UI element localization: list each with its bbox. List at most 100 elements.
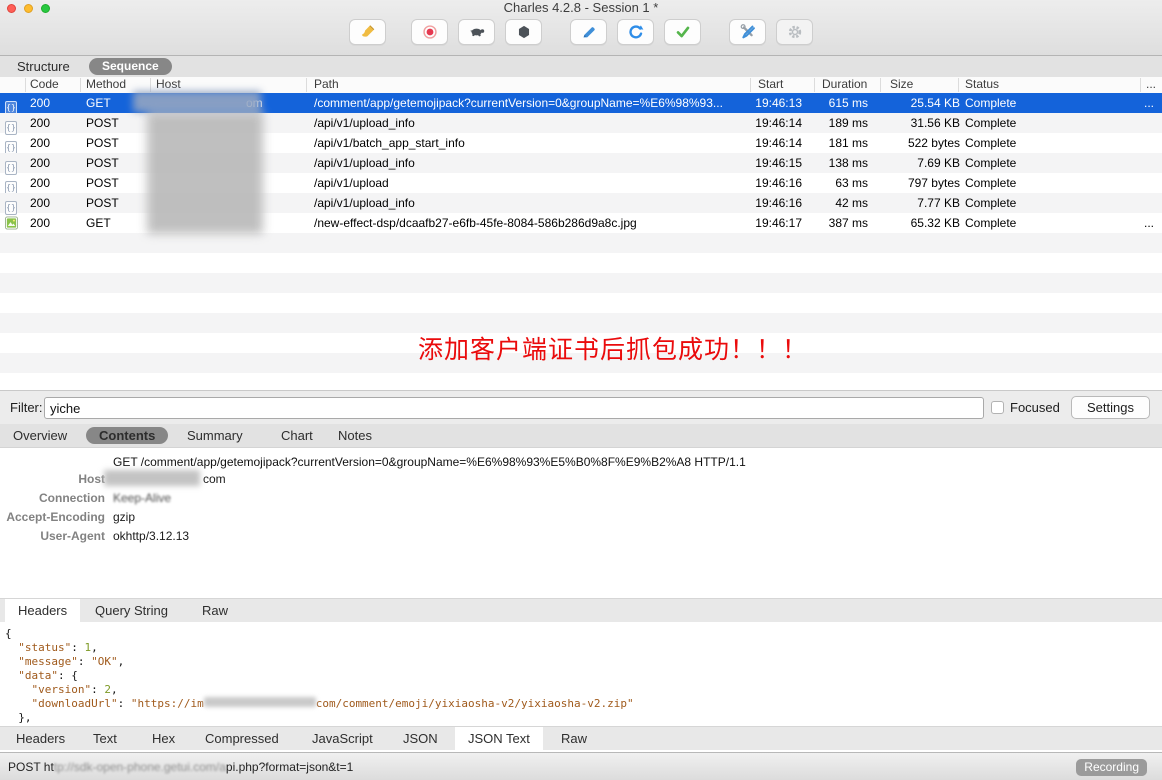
record-button[interactable] [411, 19, 448, 45]
column-header-host[interactable]: Host [156, 77, 181, 92]
throttle-button[interactable] [458, 19, 495, 45]
cell-path: /api/v1/upload_info [314, 156, 415, 170]
json-line: "message": "OK", [18, 655, 125, 668]
column-header-path[interactable]: Path [314, 77, 339, 92]
cell-duration: 63 ms [835, 176, 868, 190]
cell-status: Complete [965, 156, 1017, 170]
status-url-prefix: POST ht [8, 759, 54, 774]
cell-path: /api/v1/batch_app_start_info [314, 136, 465, 150]
cell-start: 19:46:15 [755, 156, 802, 170]
tab-notes[interactable]: Notes [338, 427, 372, 444]
tab-raw[interactable]: Raw [548, 727, 600, 750]
repeat-button[interactable] [617, 19, 654, 45]
nav-tab-sequence[interactable]: Sequence [89, 58, 172, 75]
tab-query-string[interactable]: Query String [82, 599, 181, 622]
header-value: okhttp/3.12.13 [113, 529, 190, 543]
cell-duration: 387 ms [828, 216, 868, 230]
cell-size: 7.77 KB [917, 196, 960, 210]
record-icon [421, 23, 439, 41]
check-icon [674, 23, 692, 41]
column-header-size[interactable]: Size [890, 77, 913, 92]
window-title: Charles 4.2.8 - Session 1 * [503, 0, 659, 15]
tab-contents[interactable]: Contents [86, 427, 169, 444]
tab-json-text[interactable]: JSON Text [455, 727, 543, 750]
breakpoints-button[interactable] [505, 19, 542, 45]
json-line: { [5, 627, 12, 640]
cell-duration: 181 ms [828, 136, 868, 150]
settings-button[interactable]: Settings [1071, 396, 1150, 419]
response-json-panel: { "status": 1, "message": "OK", "data": … [0, 622, 1162, 726]
request-contents-panel: GET /comment/app/getemojipack?currentVer… [0, 448, 1162, 598]
json-line: "version": 2, [31, 683, 118, 696]
header-name: Connection [39, 491, 105, 505]
tab-summary[interactable]: Summary [187, 427, 243, 444]
column-separator [1140, 78, 1141, 92]
column-separator [880, 78, 881, 92]
compose-button[interactable] [570, 19, 607, 45]
tab-text[interactable]: Text [80, 727, 130, 750]
header-row: User-Agent okhttp/3.12.13 [0, 529, 900, 545]
cell-status: Complete [965, 96, 1017, 110]
tab-headers[interactable]: Headers [3, 727, 78, 750]
cell-size: 31.56 KB [910, 116, 960, 130]
tab-hex[interactable]: Hex [139, 727, 188, 750]
settings-toolbar-button[interactable] [776, 19, 813, 45]
validate-button[interactable] [664, 19, 701, 45]
cell-method: POST [86, 156, 119, 170]
filter-input[interactable] [44, 397, 984, 419]
cell-extra: ... [1144, 96, 1155, 110]
header-name: User-Agent [40, 529, 105, 543]
response-subtabs: Headers Text Hex Compressed JavaScript JSON JS… [0, 726, 1162, 750]
host-value-blur [104, 470, 200, 486]
cell-code: 200 [30, 96, 51, 110]
empty-row-stripe [0, 273, 1162, 293]
header-row: Connection Keep-Alive [0, 491, 900, 507]
cell-status: Complete [965, 196, 1017, 210]
cell-method: POST [86, 136, 119, 150]
cell-extra: ... [1144, 216, 1155, 230]
status-url-suffix: pi.php?format=json&t=1 [225, 759, 354, 774]
column-header-status[interactable]: Status [965, 77, 999, 92]
column-separator [80, 78, 81, 92]
clear-session-button[interactable] [349, 19, 386, 45]
charles-window: Charles 4.2.8 - Session 1 * Structure Seq… [0, 0, 1162, 780]
cell-code: 200 [30, 196, 51, 210]
cell-method: GET [86, 216, 111, 230]
column-separator [750, 78, 751, 92]
hexagon-icon [515, 23, 533, 41]
focused-checkbox[interactable] [991, 401, 1004, 414]
status-bar: POST ht tp://sdk-open-phone.getui.com/a pi… [0, 752, 1162, 780]
cell-status: Complete [965, 216, 1017, 230]
tab-overview[interactable]: Overview [13, 427, 67, 444]
column-separator [814, 78, 815, 92]
tab-javascript[interactable]: JavaScript [299, 727, 386, 750]
tab-raw[interactable]: Raw [189, 599, 241, 622]
cell-path: /api/v1/upload_info [314, 196, 415, 210]
nav-tab-structure[interactable]: Structure [17, 58, 70, 75]
tab-chart[interactable]: Chart [281, 427, 313, 444]
column-header-[interactable]: ... [1146, 77, 1156, 92]
status-url-blurred: tp://sdk-open-phone.getui.com/a [53, 759, 226, 774]
column-header-method[interactable]: Method [86, 77, 126, 92]
cell-code: 200 [30, 216, 51, 230]
request-line: GET /comment/app/getemojipack?currentVer… [113, 455, 746, 469]
host-redaction-blur [147, 112, 263, 234]
cell-start: 19:46:16 [755, 176, 802, 190]
column-header-code[interactable]: Code [30, 77, 59, 92]
header-value: Keep-Alive [113, 491, 172, 505]
header-name: Host [78, 472, 105, 486]
cell-path: /new-effect-dsp/dcaafb27-e6fb-45fe-8084-… [314, 216, 637, 230]
tab-json[interactable]: JSON [390, 727, 451, 750]
tab-compressed[interactable]: Compressed [192, 727, 292, 750]
filter-bar: Filter: Focused Settings [0, 390, 1162, 424]
column-header-start[interactable]: Start [758, 77, 783, 92]
json-line: "status": 1, [18, 641, 98, 654]
cell-start: 19:46:13 [755, 96, 802, 110]
header-name: Accept-Encoding [6, 510, 105, 524]
cell-duration: 42 ms [835, 196, 868, 210]
column-separator [150, 78, 151, 92]
tools-button[interactable] [729, 19, 766, 45]
tab-headers[interactable]: Headers [5, 599, 81, 622]
column-header-duration[interactable]: Duration [822, 77, 867, 92]
cell-method: GET [86, 96, 111, 110]
